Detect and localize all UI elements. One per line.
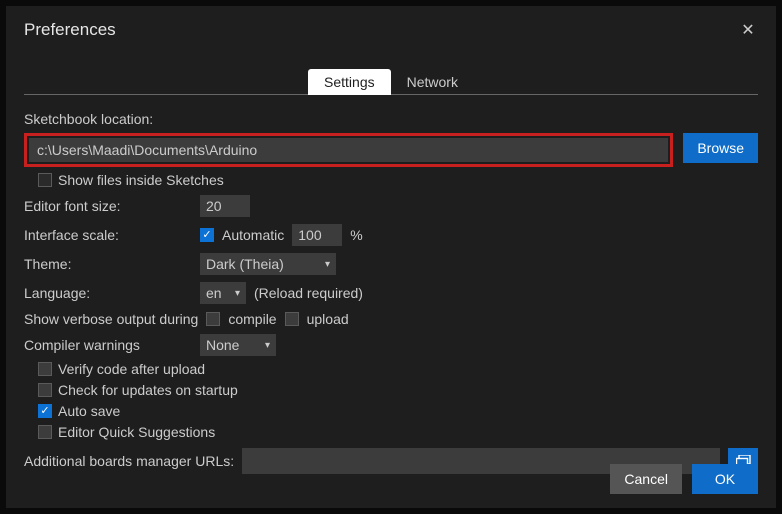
titlebar: Preferences ✕ bbox=[6, 6, 776, 40]
automatic-checkbox[interactable] bbox=[200, 228, 214, 242]
sketchbook-highlight bbox=[24, 133, 673, 167]
quick-suggestions-checkbox[interactable] bbox=[38, 425, 52, 439]
compile-label: compile bbox=[228, 311, 276, 327]
ok-button[interactable]: OK bbox=[692, 464, 758, 494]
percent-label: % bbox=[350, 227, 362, 243]
additional-urls-label: Additional boards manager URLs: bbox=[24, 453, 234, 469]
theme-label: Theme: bbox=[24, 256, 192, 272]
verbose-output-label: Show verbose output during bbox=[24, 311, 198, 327]
chevron-down-icon: ▾ bbox=[265, 340, 270, 351]
tab-settings[interactable]: Settings bbox=[308, 69, 391, 95]
verify-after-upload-checkbox[interactable] bbox=[38, 362, 52, 376]
chevron-down-icon: ▾ bbox=[235, 288, 240, 299]
language-label: Language: bbox=[24, 285, 192, 301]
compiler-warnings-label: Compiler warnings bbox=[24, 337, 192, 353]
dialog-title: Preferences bbox=[24, 20, 116, 40]
tabs-container: Settings Network bbox=[6, 68, 776, 95]
reload-required-label: (Reload required) bbox=[254, 285, 363, 301]
upload-label: upload bbox=[307, 311, 349, 327]
upload-checkbox[interactable] bbox=[285, 312, 299, 326]
font-size-input[interactable] bbox=[200, 195, 250, 217]
font-size-label: Editor font size: bbox=[24, 198, 192, 214]
interface-scale-label: Interface scale: bbox=[24, 227, 192, 243]
show-files-label: Show files inside Sketches bbox=[58, 172, 224, 188]
tabs: Settings Network bbox=[24, 68, 758, 95]
theme-select[interactable]: Dark (Theia) ▾ bbox=[200, 253, 336, 275]
verify-after-upload-label: Verify code after upload bbox=[58, 361, 205, 377]
quick-suggestions-label: Editor Quick Suggestions bbox=[58, 424, 215, 440]
tab-network[interactable]: Network bbox=[391, 69, 474, 95]
cancel-button[interactable]: Cancel bbox=[610, 464, 682, 494]
compile-checkbox[interactable] bbox=[206, 312, 220, 326]
check-updates-label: Check for updates on startup bbox=[58, 382, 238, 398]
dialog-footer: Cancel OK bbox=[610, 464, 758, 494]
browse-button[interactable]: Browse bbox=[683, 133, 758, 163]
show-files-checkbox[interactable] bbox=[38, 173, 52, 187]
compiler-warnings-select[interactable]: None ▾ bbox=[200, 334, 276, 356]
automatic-label: Automatic bbox=[222, 227, 284, 243]
theme-value: Dark (Theia) bbox=[206, 256, 284, 272]
sketchbook-location-input[interactable] bbox=[29, 138, 668, 162]
close-icon[interactable]: ✕ bbox=[738, 20, 758, 40]
preferences-dialog: Preferences ✕ Settings Network Sketchboo… bbox=[6, 6, 776, 508]
check-updates-checkbox[interactable] bbox=[38, 383, 52, 397]
settings-panel: Sketchbook location: Browse Show files i… bbox=[6, 95, 776, 474]
language-value: en bbox=[206, 285, 222, 301]
autosave-label: Auto save bbox=[58, 403, 120, 419]
chevron-down-icon: ▾ bbox=[325, 259, 330, 270]
compiler-warnings-value: None bbox=[206, 337, 239, 353]
language-select[interactable]: en ▾ bbox=[200, 282, 246, 304]
sketchbook-location-label: Sketchbook location: bbox=[24, 111, 758, 127]
autosave-checkbox[interactable] bbox=[38, 404, 52, 418]
interface-scale-input[interactable] bbox=[292, 224, 342, 246]
